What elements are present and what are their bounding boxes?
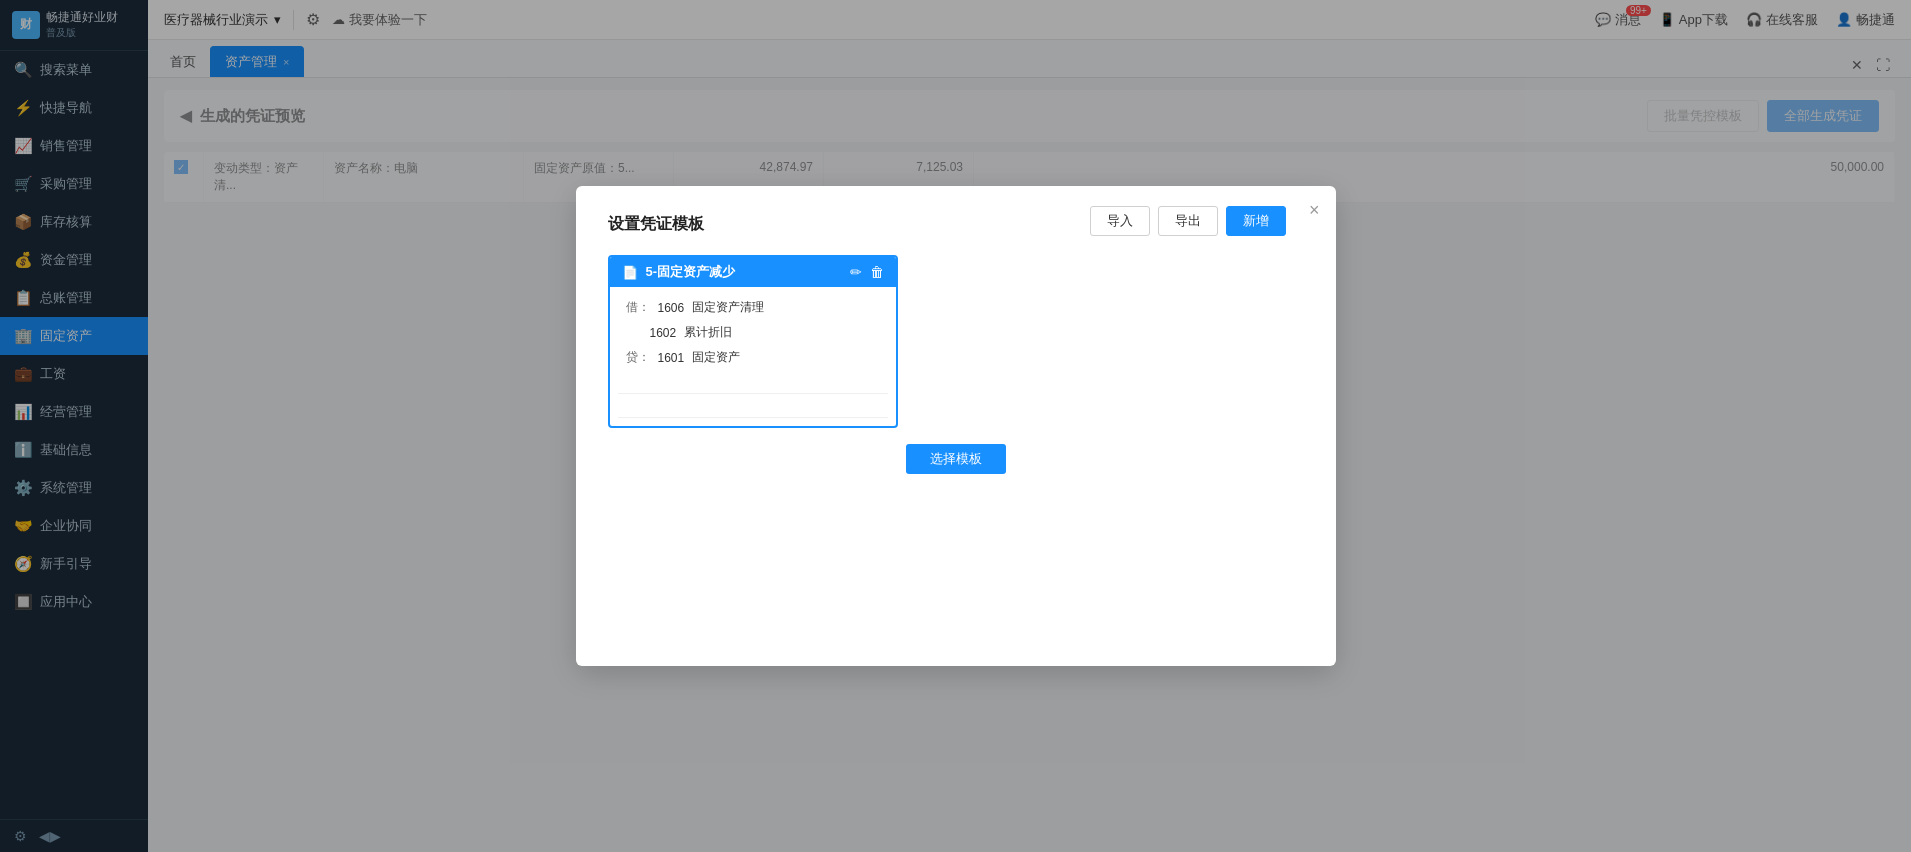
debit-code-1: 1606 bbox=[658, 301, 685, 315]
modal-close-button[interactable]: × bbox=[1309, 200, 1320, 221]
debit-account-1: 固定资产清理 bbox=[692, 299, 764, 316]
modal-overlay: 设置凭证模板 导入 导出 新增 × 📄 5-固定资产减少 bbox=[148, 78, 1911, 852]
select-template-button[interactable]: 选择模板 bbox=[906, 444, 1006, 474]
modal-dialog: 设置凭证模板 导入 导出 新增 × 📄 5-固定资产减少 bbox=[576, 186, 1336, 666]
template-empty-row-2 bbox=[618, 394, 888, 418]
template-card-header: 📄 5-固定资产减少 ✏ 🗑 bbox=[610, 257, 896, 287]
main-area: 医疗器械行业演示 ▾ ⚙ ☁ 我要体验一下 💬 消息 99+ 📱 App下载 bbox=[148, 0, 1911, 852]
debit-account-2: 累计折旧 bbox=[684, 324, 732, 341]
credit-label: 贷： bbox=[626, 349, 650, 366]
credit-account: 固定资产 bbox=[692, 349, 740, 366]
debit-label: 借： bbox=[626, 299, 650, 316]
modal-action-buttons: 导入 导出 新增 bbox=[1090, 206, 1286, 236]
template-doc-icon: 📄 bbox=[622, 265, 638, 280]
import-button[interactable]: 导入 bbox=[1090, 206, 1150, 236]
new-template-button[interactable]: 新增 bbox=[1226, 206, 1286, 236]
template-edit-button[interactable]: ✏ bbox=[850, 264, 862, 280]
template-debit-row-2: 1602 累计折旧 bbox=[618, 320, 888, 345]
template-credit-row: 贷： 1601 固定资产 bbox=[618, 345, 888, 370]
content-area: ◀ 生成的凭证预览 批量凭控模板 全部生成凭证 ✓ 变动类型：资产清... 资产… bbox=[148, 78, 1911, 852]
template-debit-row-1: 借： 1606 固定资产清理 bbox=[618, 295, 888, 320]
template-empty-row bbox=[618, 370, 888, 394]
template-card-actions: ✏ 🗑 bbox=[850, 264, 884, 280]
credit-code: 1601 bbox=[658, 351, 685, 365]
template-card-title: 5-固定资产减少 bbox=[646, 263, 842, 281]
debit-code-2: 1602 bbox=[650, 326, 677, 340]
export-button[interactable]: 导出 bbox=[1158, 206, 1218, 236]
template-card: 📄 5-固定资产减少 ✏ 🗑 借： 1606 固定资产清理 bbox=[608, 255, 898, 428]
template-card-body: 借： 1606 固定资产清理 1602 累计折旧 贷： 1601 bbox=[610, 287, 896, 426]
template-delete-button[interactable]: 🗑 bbox=[870, 264, 884, 280]
